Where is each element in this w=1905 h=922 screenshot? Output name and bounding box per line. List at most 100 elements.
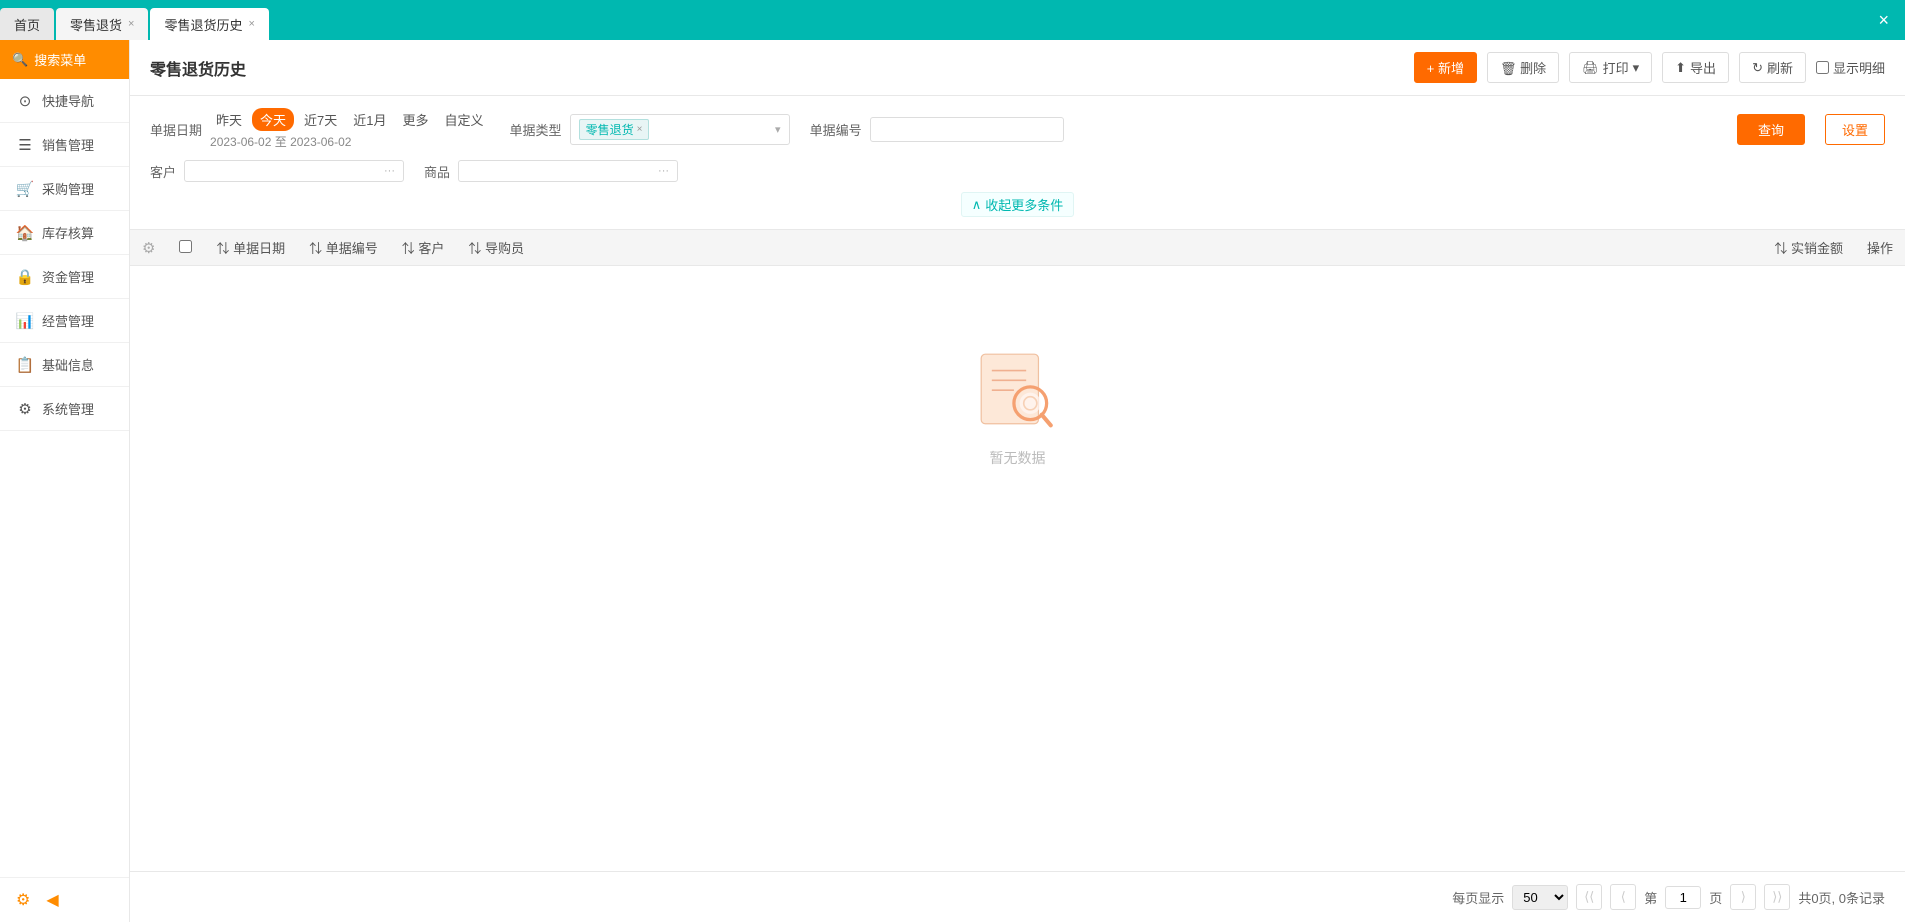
base-info-icon: 📋 [16,356,34,374]
export-button[interactable]: ⬆ 导出 [1662,52,1729,83]
th-date[interactable]: ⇅ 单据日期 [204,230,297,266]
empty-state: 暂无数据 [130,266,1905,548]
sidebar-item-quick-nav[interactable]: ⊙ 快捷导航 [0,79,129,123]
sidebar-item-system-mgmt[interactable]: ⚙ 系统管理 [0,387,129,431]
tab-retail-return-close[interactable]: × [128,18,134,30]
collapse-sidebar-icon[interactable]: ◀ [46,890,58,910]
query-button[interactable]: 查询 [1737,114,1805,145]
th-amount[interactable]: ⇅ 实销金额 [1762,230,1855,266]
show-detail-checkbox[interactable] [1816,61,1829,74]
sidebar-search[interactable]: 🔍 搜索菜单 [0,40,129,79]
page-number-input[interactable] [1665,886,1701,909]
per-page-label: 每页显示 [1452,888,1504,907]
last-page-btn[interactable]: ⟩⟩ [1764,884,1790,910]
next-page-btn[interactable]: ⟩ [1730,884,1756,910]
date-opt-custom[interactable]: 自定义 [439,108,490,131]
th-settings: ⚙ [130,230,167,266]
date-opt-today[interactable]: 今天 [252,108,294,131]
pagination: 每页显示 20 50 100 ⟨⟨ ⟨ 第 页 ⟩ ⟩⟩ 共0页, 0条记录 [130,871,1905,922]
select-all-checkbox[interactable] [179,240,192,253]
window-close-icon[interactable]: × [1878,10,1889,31]
th-spacer [536,230,1762,266]
th-customer[interactable]: ⇅ 客户 [390,230,457,266]
sidebar-item-finance[interactable]: 🔒 资金管理 [0,255,129,299]
collapse-label: 收起更多条件 [985,195,1063,214]
sidebar-item-base-info-label: 基础信息 [42,355,94,374]
search-icon: 🔍 [12,52,28,68]
type-select-arrow: ▾ [775,123,781,136]
tab-retail-return-history-label: 零售退货历史 [164,15,242,34]
empty-row: 暂无数据 [130,266,1905,549]
type-tag-value: 零售退货 [586,121,634,138]
tab-retail-return-label: 零售退货 [70,15,122,34]
purchase-icon: 🛒 [16,180,34,198]
type-tag-close[interactable]: × [637,124,643,135]
new-button[interactable]: + 新增 [1414,52,1477,83]
date-range-display: 2023-06-02 至 2023-06-02 [210,133,490,150]
type-select[interactable]: 零售退货 × ▾ [570,114,790,145]
settings-bottom-icon[interactable]: ⚙ [16,890,30,910]
top-bar: 首页 零售退货 × 零售退货历史 × × [0,0,1905,40]
tab-retail-return-history-close[interactable]: × [248,18,254,30]
filter-row-2: 客户 ··· 商品 ··· [150,160,1885,182]
quick-nav-icon: ⊙ [16,92,34,110]
tab-retail-return[interactable]: 零售退货 × [56,8,148,40]
goods-input[interactable]: ··· [458,160,678,182]
total-info: 共0页, 0条记录 [1798,888,1885,907]
sidebar-item-sales-mgmt[interactable]: ☰ 销售管理 [0,123,129,167]
per-page-select[interactable]: 20 50 100 [1512,885,1568,910]
goods-dots: ··· [658,165,669,177]
page-title: 零售退货历史 [150,56,246,80]
sidebar-item-purchase-mgmt[interactable]: 🛒 采购管理 [0,167,129,211]
sidebar-item-operation[interactable]: 📊 经营管理 [0,299,129,343]
content-area: 零售退货历史 + 新增 🗑 删除 🖨 打印 ▾ ⬆ 导出 ↻ 刷新 [130,40,1905,922]
table-settings-icon[interactable]: ⚙ [142,240,155,257]
date-opt-more[interactable]: 更多 [397,108,435,131]
refresh-button[interactable]: ↻ 刷新 [1739,52,1806,83]
sidebar-bottom: ⚙ ◀ [0,877,129,922]
tab-retail-return-history[interactable]: 零售退货历史 × [150,8,268,40]
customer-input[interactable]: ··· [184,160,404,182]
toolbar: + 新增 🗑 删除 🖨 打印 ▾ ⬆ 导出 ↻ 刷新 显示明细 [1414,52,1885,83]
type-tag: 零售退货 × [579,119,650,140]
print-arrow: ▾ [1633,60,1640,76]
date-opt-yesterday[interactable]: 昨天 [210,108,248,131]
finance-icon: 🔒 [16,268,34,286]
collapse-button[interactable]: ∧ 收起更多条件 [961,192,1075,217]
prev-page-btn[interactable]: ⟨ [1610,884,1636,910]
sidebar-item-inventory[interactable]: 🏠 库存核算 [0,211,129,255]
empty-text: 暂无数据 [990,448,1046,468]
print-icon: 🖨 [1582,60,1599,76]
sidebar-item-finance-label: 资金管理 [42,267,94,286]
sales-icon: ☰ [16,136,34,154]
customer-dots: ··· [384,165,395,177]
empty-icon [968,346,1068,436]
setting-button[interactable]: 设置 [1825,114,1885,145]
print-label: 打印 [1603,58,1629,77]
inventory-icon: 🏠 [16,224,34,242]
tab-list: 首页 零售退货 × 零售退货历史 × [0,0,1862,40]
top-bar-right: × [1862,10,1905,31]
refresh-label: 刷新 [1767,58,1793,77]
th-order-num-label: ⇅ 单据编号 [309,241,378,256]
sidebar-item-base-info[interactable]: 📋 基础信息 [0,343,129,387]
type-filter-label: 单据类型 [510,120,562,139]
customer-filter: 客户 ··· [150,160,404,182]
goods-label: 商品 [424,162,450,181]
sidebar-search-label: 搜索菜单 [34,50,86,69]
tab-home[interactable]: 首页 [0,8,54,40]
print-button[interactable]: 🖨 打印 ▾ [1569,52,1652,83]
th-actions: 操作 [1855,230,1905,266]
export-icon: ⬆ [1675,60,1686,76]
th-guide[interactable]: ⇅ 导购员 [456,230,536,266]
first-page-btn[interactable]: ⟨⟨ [1576,884,1602,910]
th-order-num[interactable]: ⇅ 单据编号 [297,230,390,266]
show-detail-checkbox-label[interactable]: 显示明细 [1816,58,1885,77]
date-opt-last1month[interactable]: 近1月 [347,108,392,131]
delete-button[interactable]: 🗑 删除 [1487,52,1559,83]
date-opt-last7[interactable]: 近7天 [298,108,343,131]
customer-label: 客户 [150,162,176,181]
goods-filter: 商品 ··· [424,160,678,182]
order-num-input[interactable] [870,117,1064,142]
empty-cell: 暂无数据 [130,266,1905,549]
